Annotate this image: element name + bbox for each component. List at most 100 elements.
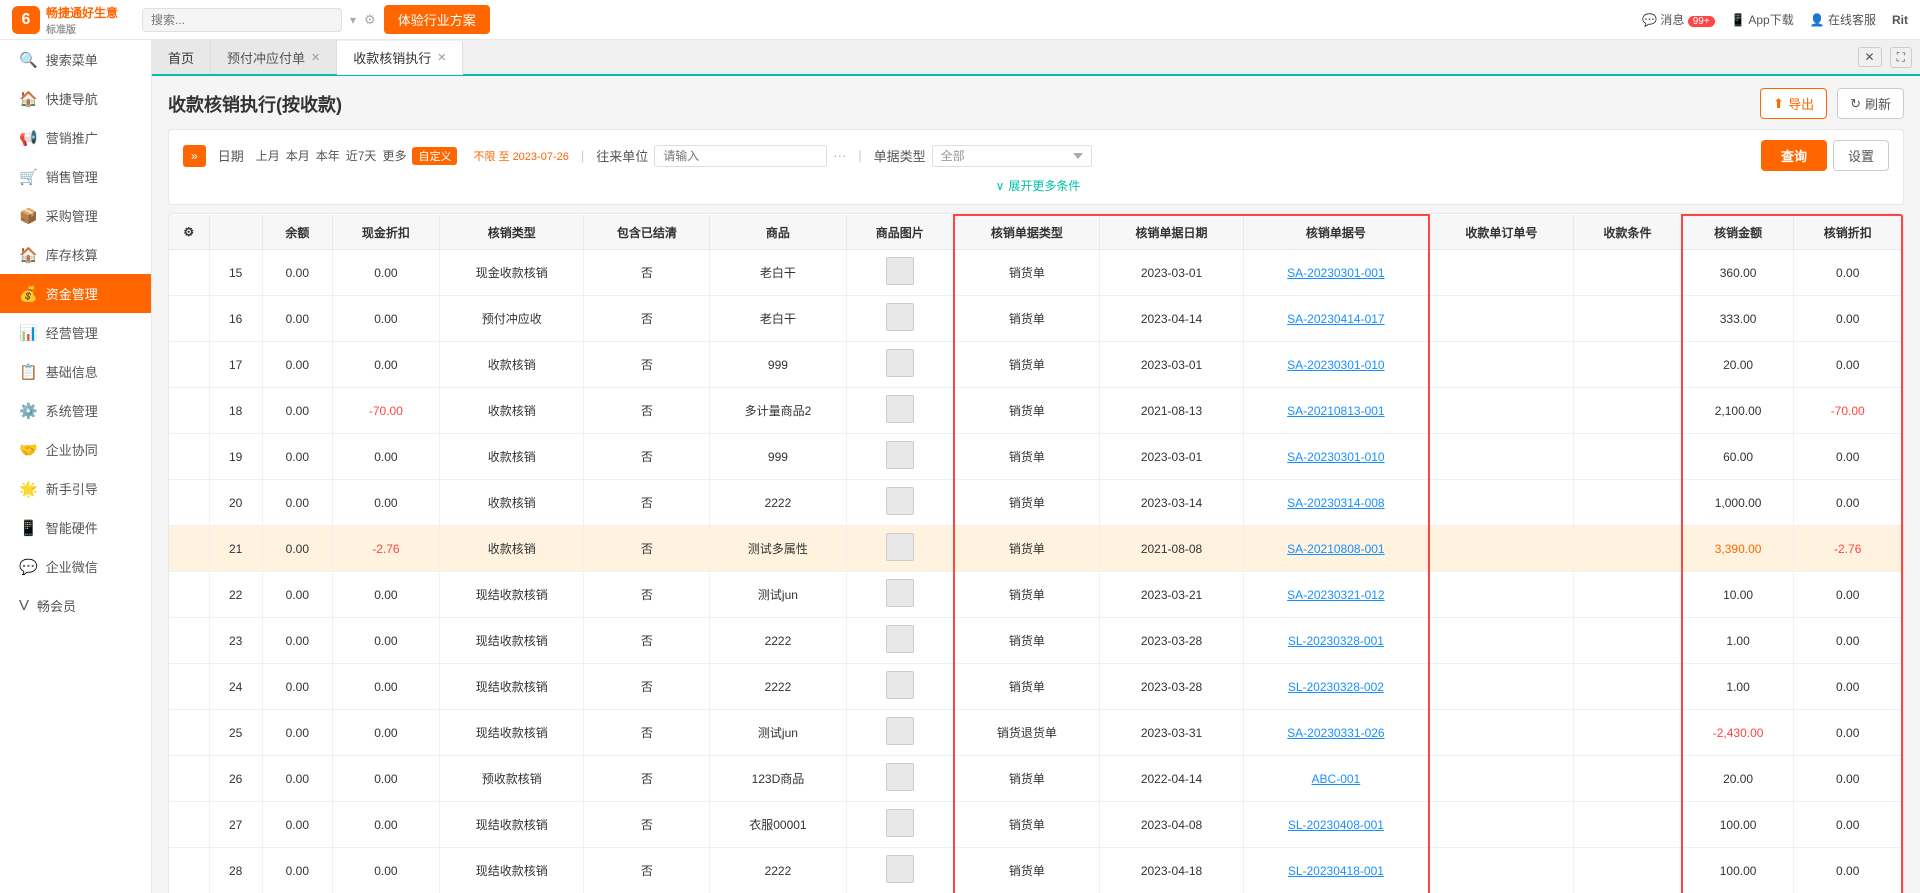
sidebar-item-basic-info[interactable]: 📋 基础信息 (0, 352, 151, 391)
td-no: 22 (209, 572, 262, 618)
tab-collection-writeoff[interactable]: 收款核销执行 ✕ (337, 41, 463, 75)
date-this-year[interactable]: 本年 (316, 147, 340, 164)
td-settings (169, 434, 209, 480)
td-bill-no[interactable]: SA-20230301-010 (1244, 342, 1429, 388)
td-settings (169, 250, 209, 296)
td-writeoff-type: 现结收款核销 (440, 664, 584, 710)
td-bill-no[interactable]: SA-20210808-001 (1244, 526, 1429, 572)
messages-icon[interactable]: 💬 消息 99+ (1642, 11, 1715, 28)
sidebar-item-enterprise[interactable]: 🤝 企业协同 (0, 430, 151, 469)
tab-close-all-btn[interactable]: ✕ (1858, 47, 1882, 67)
td-collection-order (1429, 802, 1574, 848)
date-more[interactable]: 更多 (382, 147, 406, 164)
refresh-btn[interactable]: ↻ 刷新 (1837, 88, 1904, 119)
sidebar-item-wechat[interactable]: 💬 企业微信 (0, 547, 151, 586)
tab-fullscreen-btn[interactable]: ⛶ (1890, 47, 1912, 68)
sidebar-item-beginner[interactable]: 🌟 新手引导 (0, 469, 151, 508)
td-bill-no[interactable]: SA-20230301-010 (1244, 434, 1429, 480)
app-download-link[interactable]: 📱 App下载 (1731, 11, 1794, 28)
td-goods: 2222 (710, 480, 846, 526)
settings-gear-icon[interactable]: ⚙ (364, 12, 376, 28)
counterpart-filter: 往来单位 ··· (596, 145, 846, 167)
bill-type-select[interactable]: 全部 (932, 145, 1092, 167)
tab-prepay[interactable]: 预付冲应付单 ✕ (211, 40, 337, 74)
td-writeoff-discount: -2.76 (1794, 526, 1902, 572)
date-custom-btn[interactable]: 自定义 (412, 147, 457, 165)
td-writeoff-type: 现结收款核销 (440, 802, 584, 848)
td-collection-order (1429, 434, 1574, 480)
td-bill-no[interactable]: SA-20230331-026 (1244, 710, 1429, 756)
td-collection-cond (1574, 250, 1682, 296)
td-bill-no[interactable]: SA-20230321-012 (1244, 572, 1429, 618)
td-goods: 999 (710, 434, 846, 480)
td-cash-discount: 0.00 (332, 434, 439, 480)
td-bill-no[interactable]: SL-20230418-001 (1244, 848, 1429, 893)
sidebar-item-purchase[interactable]: 📦 采购管理 (0, 196, 151, 235)
table-row: 22 0.00 0.00 现结收款核销 否 测试jun 销货单 2023-03-… (169, 572, 1902, 618)
td-collection-order (1429, 480, 1574, 526)
sidebar-item-operations[interactable]: 📊 经营管理 (0, 313, 151, 352)
tab-prepay-close[interactable]: ✕ (311, 51, 320, 64)
td-bill-no[interactable]: SA-20230414-017 (1244, 296, 1429, 342)
query-btn[interactable]: 查询 (1761, 140, 1827, 171)
sidebar-item-search[interactable]: 🔍 搜索菜单 (0, 40, 151, 79)
td-goods: 2222 (710, 664, 846, 710)
sidebar-item-smart-hw[interactable]: 📱 智能硬件 (0, 508, 151, 547)
vip-icon: V (19, 597, 29, 614)
td-settings (169, 802, 209, 848)
td-bill-date: 2023-03-01 (1099, 342, 1243, 388)
date-last-month[interactable]: 上月 (256, 147, 280, 164)
td-collection-order (1429, 756, 1574, 802)
table-row: 28 0.00 0.00 现结收款核销 否 2222 销货单 2023-04-1… (169, 848, 1902, 893)
counterpart-input[interactable] (654, 145, 827, 167)
tab-collection-writeoff-close[interactable]: ✕ (437, 51, 446, 64)
td-bill-no[interactable]: ABC-001 (1244, 756, 1429, 802)
td-bill-type: 销货单 (954, 802, 1099, 848)
tab-home[interactable]: 首页 (152, 40, 211, 74)
td-bill-no[interactable]: SA-20230314-008 (1244, 480, 1429, 526)
td-cash-discount: 0.00 (332, 296, 439, 342)
td-writeoff-type: 收款核销 (440, 388, 584, 434)
expand-conditions-btn[interactable]: ∨ 展开更多条件 (183, 177, 1889, 194)
quick-nav-icon: 🏠 (19, 90, 38, 108)
td-settings (169, 480, 209, 526)
sidebar-item-label: 库存核算 (46, 245, 98, 264)
filter-divider-1: | (581, 148, 584, 163)
user-name[interactable]: Rit (1892, 13, 1908, 27)
td-bill-no[interactable]: SL-20230328-002 (1244, 664, 1429, 710)
td-included-closed: 否 (584, 434, 710, 480)
settings-btn[interactable]: 设置 (1833, 140, 1889, 171)
date-7-days[interactable]: 近7天 (346, 147, 377, 164)
td-settings (169, 848, 209, 893)
sidebar-item-quick-nav[interactable]: 🏠 快捷导航 (0, 79, 151, 118)
td-bill-no[interactable]: SA-20210813-001 (1244, 388, 1429, 434)
td-cash-discount: 0.00 (332, 664, 439, 710)
sidebar-item-inventory[interactable]: 🏠 库存核算 (0, 235, 151, 274)
td-writeoff-amount: 333.00 (1682, 296, 1794, 342)
td-bill-no[interactable]: SL-20230328-001 (1244, 618, 1429, 664)
sidebar-item-system[interactable]: ⚙️ 系统管理 (0, 391, 151, 430)
dropdown-arrow-icon[interactable]: ▾ (350, 13, 356, 27)
sidebar-item-marketing[interactable]: 📢 营销推广 (0, 118, 151, 157)
table-row: 23 0.00 0.00 现结收款核销 否 2222 销货单 2023-03-2… (169, 618, 1902, 664)
export-btn[interactable]: ⬆ 导出 (1760, 88, 1827, 119)
chevron-down-icon: ∨ (996, 179, 1005, 193)
td-bill-type: 销货退货单 (954, 710, 1099, 756)
counterpart-dots[interactable]: ··· (833, 148, 846, 163)
td-goods-img (846, 342, 954, 388)
td-goods-img (846, 802, 954, 848)
td-writeoff-discount: 0.00 (1794, 342, 1902, 388)
th-balance: 余额 (262, 215, 332, 250)
sidebar-item-sales[interactable]: 🛒 销售管理 (0, 157, 151, 196)
industry-btn[interactable]: 体验行业方案 (384, 5, 490, 34)
td-bill-no[interactable]: SA-20230301-001 (1244, 250, 1429, 296)
online-service-link[interactable]: 👤 在线客服 (1810, 11, 1876, 28)
th-settings: ⚙ (169, 215, 209, 250)
td-bill-no[interactable]: SL-20230408-001 (1244, 802, 1429, 848)
date-this-month[interactable]: 本月 (286, 147, 310, 164)
table-row: 16 0.00 0.00 预付冲应收 否 老白干 销货单 2023-04-14 … (169, 296, 1902, 342)
sidebar-item-finance[interactable]: 💰 资金管理 (0, 274, 151, 313)
filter-expand-btn[interactable]: » (183, 145, 206, 167)
sidebar-item-vip[interactable]: V 畅会员 (0, 586, 151, 625)
search-input[interactable] (142, 8, 342, 32)
